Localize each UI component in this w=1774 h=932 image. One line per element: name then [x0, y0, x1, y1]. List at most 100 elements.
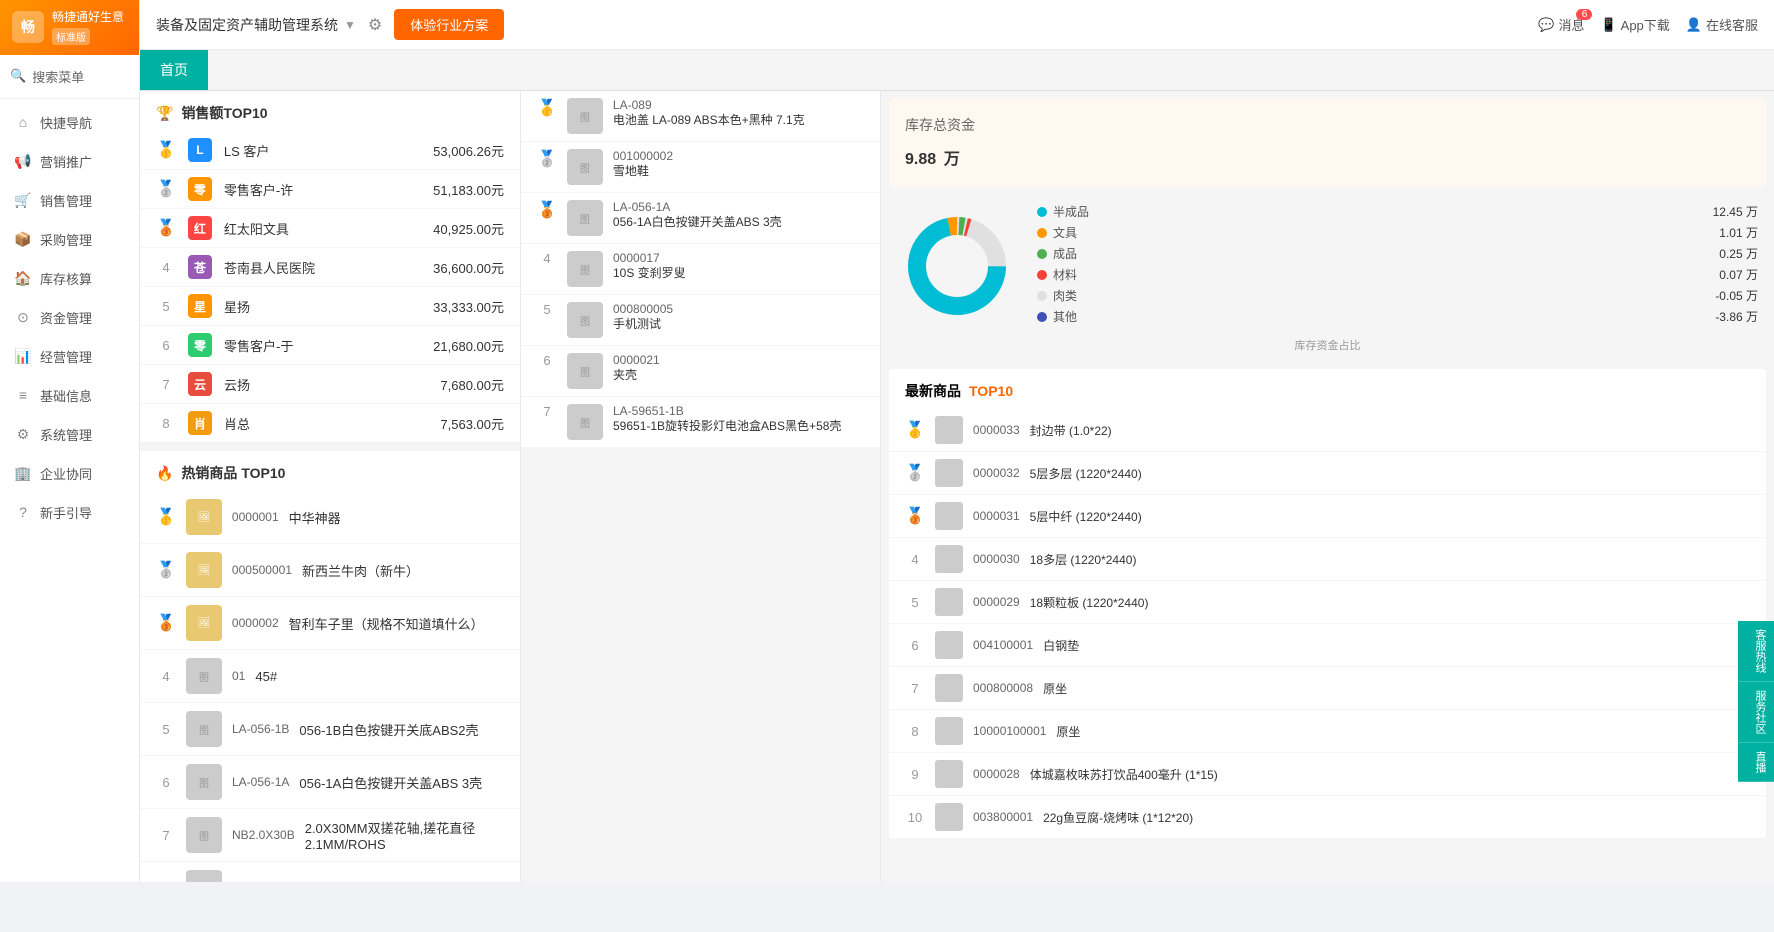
- latest-code: 0000028: [973, 767, 1020, 781]
- logo-badge: 标准版: [52, 28, 90, 45]
- latest-code: 0000031: [973, 509, 1020, 523]
- latest-code: 004100001: [973, 638, 1033, 652]
- hot-product-item: 6 图 LA-056-1A 056-1A白色按键开关盖ABS 3壳: [140, 756, 520, 809]
- product-code: LA-056-1B: [232, 722, 289, 736]
- message-badge: 6: [1576, 9, 1592, 20]
- marketing-icon: 📢: [14, 152, 32, 170]
- latest-item: 5 0000029 18颗粒板 (1220*2440): [889, 581, 1766, 624]
- chart-legend: 半成品 12.45 万 文具 1.01 万 成品 0.25 万 材料 0.07 …: [1037, 203, 1758, 329]
- sales-icon: 🛒: [14, 191, 32, 209]
- latest-item: 9 0000028 体城嘉枚味苏打饮品400毫升 (1*15): [889, 753, 1766, 796]
- header: 装备及固定资产辅助管理系统 ▼ ⚙ 体验行业方案 💬 消息 6 📱 App下载 …: [140, 0, 1774, 50]
- legend-item: 材料 0.07 万: [1037, 266, 1758, 283]
- product-image: 图: [186, 711, 222, 747]
- trial-button[interactable]: 体验行业方案: [394, 9, 504, 40]
- legend-value: 1.01 万: [1719, 224, 1758, 241]
- scroll-item: 4 图 0000017 10S 变刹罗叟: [521, 244, 880, 295]
- base-icon: ≡: [14, 386, 32, 404]
- logo-area: 畅 畅捷通好生意 标准版: [0, 0, 139, 55]
- hot-product-item: 5 图 LA-056-1B 056-1B白色按键开关底ABS2壳: [140, 703, 520, 756]
- sidebar-item-quick-nav[interactable]: ⌂ 快捷导航: [0, 103, 139, 142]
- legend-dot: [1037, 249, 1047, 259]
- tab-home[interactable]: 首页: [140, 50, 208, 90]
- rank-item: 🥉 红 红太阳文具 40,925.00元: [140, 209, 520, 248]
- product-code-mid: LA-089: [613, 98, 864, 112]
- hotline-button[interactable]: 客服热线: [1738, 621, 1774, 682]
- hot-product-item: 🥉 🖼 0000002 智利车子里（规格不知道填什么）: [140, 597, 520, 650]
- search-menu-area[interactable]: 🔍 搜索菜单: [0, 55, 139, 99]
- latest-product-image: [935, 631, 963, 659]
- latest-name: 18颗粒板 (1220*2440): [1030, 594, 1750, 611]
- product-image-mid: 图: [567, 404, 603, 440]
- sidebar-item-system[interactable]: ⚙ 系统管理: [0, 415, 139, 454]
- main-content: 首页 🏆 销售额TOP10 🥇 L LS 客户 53,006.26元 🥈 零 零…: [140, 50, 1774, 882]
- product-info: 0000017 10S 变刹罗叟: [613, 251, 864, 282]
- sidebar-item-operation[interactable]: 📊 经营管理: [0, 337, 139, 376]
- logo-icon: 畅: [12, 11, 44, 43]
- legend-label: 成品: [1053, 245, 1713, 262]
- rank-item: 🥇 L LS 客户 53,006.26元: [140, 131, 520, 170]
- latest-name: 体城嘉枚味苏打饮品400毫升 (1*15): [1030, 766, 1750, 783]
- product-name: 智利车子里（规格不知道填什么）: [289, 614, 504, 633]
- latest-name: 原坐: [1056, 723, 1750, 740]
- chart-subtitle: 库存资金占比: [881, 337, 1774, 361]
- sidebar-item-enterprise[interactable]: 🏢 企业协同: [0, 454, 139, 493]
- online-service-button[interactable]: 👤 在线客服: [1686, 15, 1758, 34]
- sidebar-item-sales[interactable]: 🛒 销售管理: [0, 181, 139, 220]
- product-image: 图: [186, 658, 222, 694]
- legend-value: -3.86 万: [1715, 308, 1758, 325]
- inventory-card: 库存总资金 9.88 万: [889, 99, 1766, 187]
- latest-item: 🥈 0000032 5层多层 (1220*2440): [889, 452, 1766, 495]
- product-image-mid: 图: [567, 302, 603, 338]
- legend-label: 肉类: [1053, 287, 1709, 304]
- live-button[interactable]: 直播: [1738, 743, 1774, 782]
- sidebar-item-base[interactable]: ≡ 基础信息: [0, 376, 139, 415]
- search-menu-button[interactable]: 🔍 搜索菜单: [10, 63, 129, 90]
- hot-icon: 🔥: [156, 465, 173, 482]
- message-button[interactable]: 💬 消息 6: [1538, 15, 1584, 34]
- legend-dot: [1037, 312, 1047, 322]
- app-download-button[interactable]: 📱 App下载: [1600, 15, 1669, 34]
- community-button[interactable]: 服务社区: [1738, 682, 1774, 743]
- latest-products-header: 最新商品 TOP10: [889, 369, 1766, 409]
- latest-product-image: [935, 674, 963, 702]
- legend-item: 文具 1.01 万: [1037, 224, 1758, 241]
- product-image: 图: [186, 817, 222, 853]
- rank-item: 5 星 星扬 33,333.00元: [140, 287, 520, 326]
- sidebar-item-guide[interactable]: ? 新手引导: [0, 493, 139, 532]
- donut-chart: [897, 206, 1017, 326]
- latest-name: 原坐: [1043, 680, 1750, 697]
- float-service: 客服热线 服务社区 直播: [1738, 621, 1774, 782]
- latest-product-image: [935, 545, 963, 573]
- sales-rank-list: 🥇 L LS 客户 53,006.26元 🥈 零 零售客户-许 51,183.0…: [140, 131, 520, 443]
- phone-icon: 📱: [1600, 17, 1616, 33]
- product-code-mid: 0000017: [613, 251, 864, 265]
- product-info: 0000021 夹壳: [613, 353, 864, 384]
- legend-value: 0.25 万: [1719, 245, 1758, 262]
- product-name: 新西兰牛肉（新牛）: [302, 561, 504, 580]
- sidebar-item-marketing[interactable]: 📢 营销推广: [0, 142, 139, 181]
- product-info: LA-056-1A 056-1A白色按键开关盖ABS 3壳: [613, 200, 864, 231]
- legend-item: 半成品 12.45 万: [1037, 203, 1758, 220]
- dropdown-icon[interactable]: ▼: [344, 18, 356, 32]
- latest-products-list: 🥇 0000033 封边带 (1.0*22) 🥈 0000032 5层多层 (1…: [889, 409, 1766, 839]
- product-name-mid: 电池盖 LA-089 ABS本色+黑种 7.1克: [613, 112, 864, 129]
- scroll-item: 🥇 图 LA-089 电池盖 LA-089 ABS本色+黑种 7.1克: [521, 91, 880, 142]
- legend-label: 半成品: [1053, 203, 1707, 220]
- legend-item: 其他 -3.86 万: [1037, 308, 1758, 325]
- trophy-icon: 🏆: [156, 105, 173, 122]
- sidebar-item-purchase[interactable]: 📦 采购管理: [0, 220, 139, 259]
- legend-item: 肉类 -0.05 万: [1037, 287, 1758, 304]
- settings-icon[interactable]: ⚙: [368, 15, 382, 35]
- left-panel: 🏆 销售额TOP10 🥇 L LS 客户 53,006.26元 🥈 零 零售客户…: [140, 91, 520, 882]
- right-panel: 库存总资金 9.88 万: [880, 91, 1774, 882]
- rank-item: 7 云 云扬 7,680.00元: [140, 365, 520, 404]
- search-icon: 🔍: [10, 68, 26, 84]
- sales-rank-header: 🏆 销售额TOP10: [140, 91, 520, 131]
- sidebar-item-inventory[interactable]: 🏠 库存核算: [0, 259, 139, 298]
- latest-code: 0000032: [973, 466, 1020, 480]
- sidebar-item-finance[interactable]: ⊙ 资金管理: [0, 298, 139, 337]
- hot-products-header: 🔥 热销商品 TOP10: [140, 451, 520, 491]
- product-code: LA-056-1A: [232, 775, 289, 789]
- latest-name: 5层中纤 (1220*2440): [1030, 508, 1750, 525]
